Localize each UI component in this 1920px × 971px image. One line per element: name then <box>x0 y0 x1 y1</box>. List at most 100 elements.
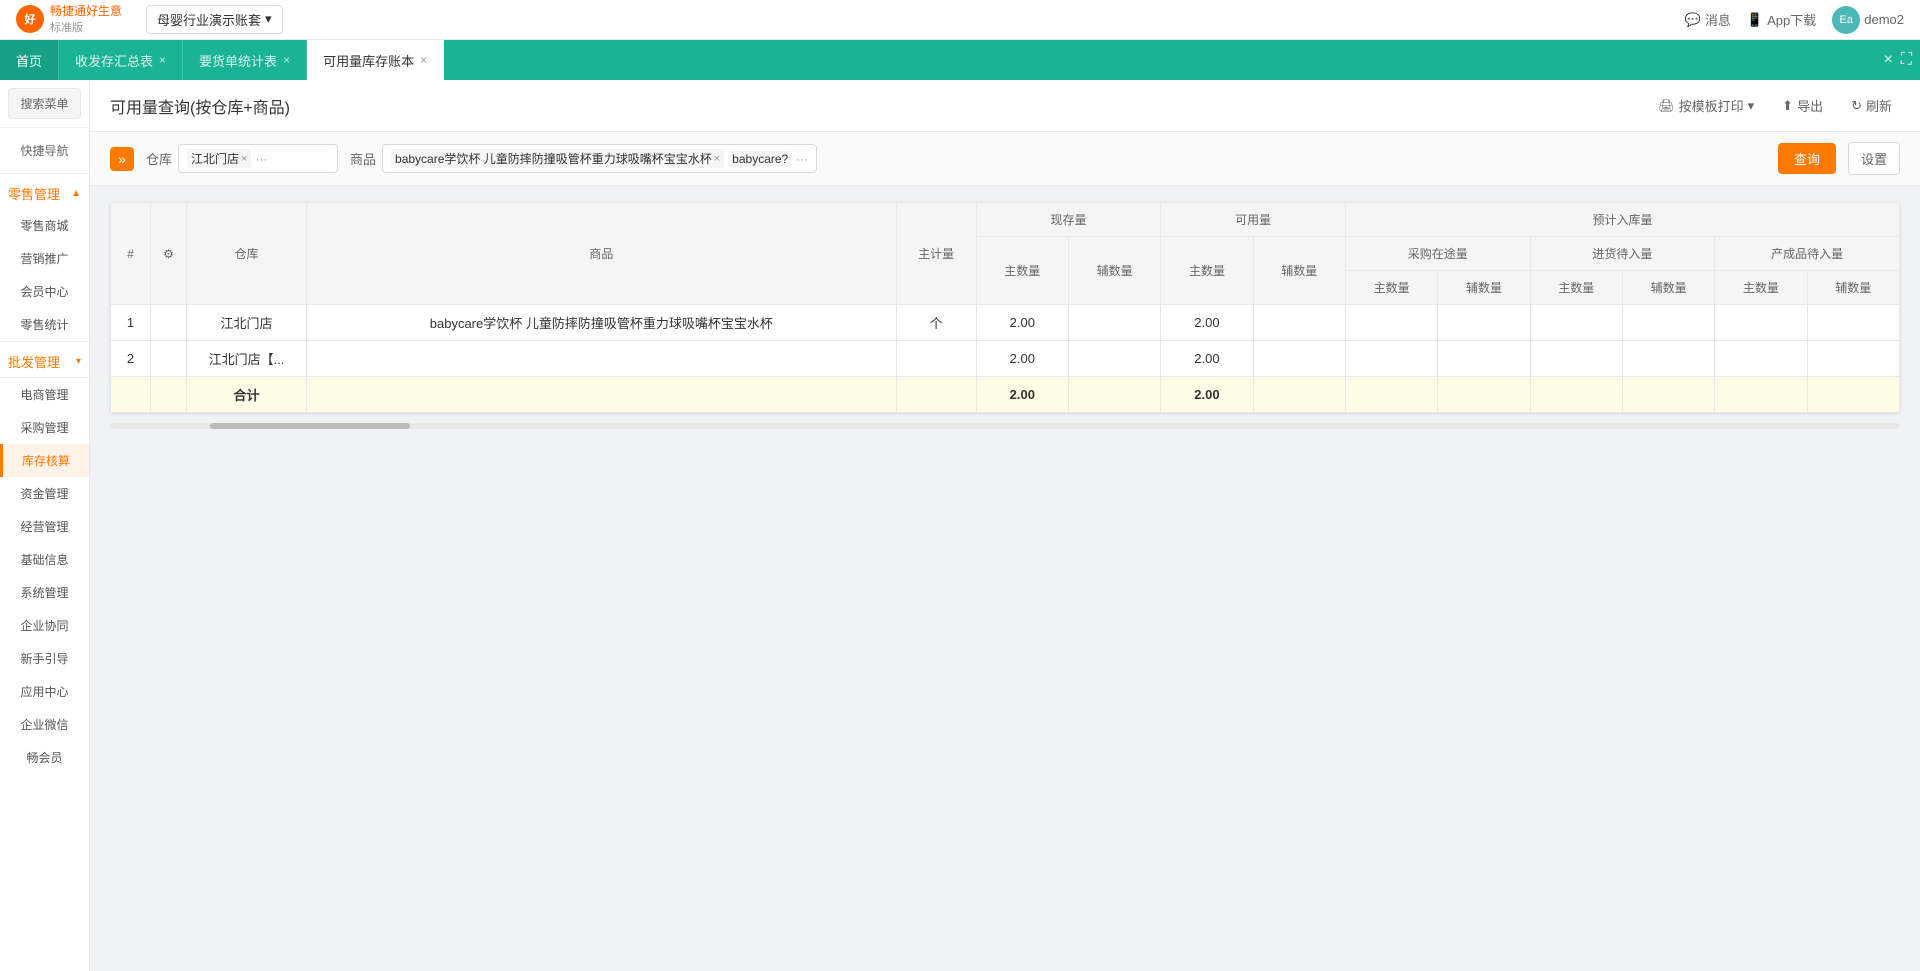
tab-order-stats-close-icon[interactable]: × <box>283 53 290 67</box>
th-available-qty: 可用量 <box>1161 203 1346 237</box>
product-tag-1-close-icon[interactable]: × <box>714 153 720 165</box>
th-product-pending-main: 主数量 <box>1715 271 1807 305</box>
sidebar-item-ecommerce[interactable]: 电商管理 <box>0 378 89 411</box>
app-download-button[interactable]: 📱 App下载 <box>1747 10 1816 29</box>
sidebar-item-chang-member[interactable]: 畅会员 <box>0 741 89 774</box>
warehouse-filter-input[interactable]: 江北门店 × ··· <box>178 144 338 173</box>
cell-product-main-1 <box>1715 305 1807 341</box>
warehouse-tag-close-icon[interactable]: × <box>241 153 247 165</box>
th-purchase-pending: 进货待入量 <box>1530 237 1715 271</box>
logo-area: 好 畅捷通好生意 标准版 <box>16 4 122 34</box>
summary-empty-1 <box>111 377 151 413</box>
settings-icon: ⚙ <box>163 247 174 261</box>
cell-transit-aux-1 <box>1438 305 1530 341</box>
sidebar-item-retail-mall[interactable]: 零售商城 <box>0 209 89 242</box>
template-print-button[interactable]: 🖨 按模板打印 ▾ <box>1650 92 1762 119</box>
sidebar-item-system-mgmt[interactable]: 系统管理 <box>0 576 89 609</box>
summary-empty-2 <box>151 377 187 413</box>
sidebar-group-wholesale-header[interactable]: 批发管理 ▾ <box>0 342 89 377</box>
th-product: 商品 <box>307 203 897 305</box>
tab-expand-icon[interactable]: ⛶ <box>1901 51 1912 69</box>
top-bar-right: 💬 消息 📱 App下载 Ea demo2 <box>1685 6 1904 34</box>
sidebar-item-inventory[interactable]: 库存核算 <box>0 444 89 477</box>
summary-product-main <box>1715 377 1807 413</box>
tab-available-stock-close-icon[interactable]: × <box>420 53 427 67</box>
th-purchase-transit-main: 主数量 <box>1345 271 1437 305</box>
cell-purchase-main-2 <box>1530 341 1622 377</box>
summary-product <box>307 377 897 413</box>
tab-home[interactable]: 首页 <box>0 40 59 80</box>
cell-product-main-2 <box>1715 341 1807 377</box>
th-settings[interactable]: ⚙ <box>151 203 187 305</box>
sidebar-item-enterprise-wechat[interactable]: 企业微信 <box>0 708 89 741</box>
cell-current-main-2: 2.00 <box>976 341 1068 377</box>
filter-toggle-button[interactable]: » <box>110 147 134 171</box>
scroll-thumb[interactable] <box>210 423 410 429</box>
export-button[interactable]: ⬆ 导出 <box>1774 92 1831 119</box>
sidebar-item-procurement[interactable]: 采购管理 <box>0 411 89 444</box>
cell-warehouse-1: 江北门店 <box>187 305 307 341</box>
summary-available-main: 2.00 <box>1161 377 1253 413</box>
summary-label: 合计 <box>187 377 307 413</box>
message-button[interactable]: 💬 消息 <box>1685 10 1731 29</box>
cell-available-aux-1 <box>1253 305 1345 341</box>
product-filter-input[interactable]: babycare学饮杯 儿童防摔防撞吸管杯重力球吸嘴杯宝宝水杯 × babyca… <box>382 144 817 173</box>
username: demo2 <box>1864 12 1904 27</box>
setting-button[interactable]: 设置 <box>1848 142 1900 175</box>
table-row: 2 江北门店【... 2.00 2.00 <box>111 341 1900 377</box>
sidebar-item-marketing[interactable]: 营销推广 <box>0 242 89 275</box>
product-filter-group: 商品 babycare学饮杯 儿童防摔防撞吸管杯重力球吸嘴杯宝宝水杯 × bab… <box>350 144 817 173</box>
tab-available-stock[interactable]: 可用量库存账本 × <box>307 40 444 80</box>
product-tag-1-text: babycare学饮杯 儿童防摔防撞吸管杯重力球吸嘴杯宝宝水杯 <box>395 150 712 167</box>
tab-summary[interactable]: 收发存汇总表 × <box>59 40 183 80</box>
search-menu-button[interactable]: 搜索菜单 <box>8 88 81 119</box>
cell-available-aux-2 <box>1253 341 1345 377</box>
th-product-pending-aux: 辅数量 <box>1807 271 1899 305</box>
sidebar-item-enterprise-collab[interactable]: 企业协同 <box>0 609 89 642</box>
summary-unit <box>896 377 976 413</box>
sidebar-item-app-center[interactable]: 应用中心 <box>0 675 89 708</box>
tab-order-stats[interactable]: 要货单统计表 × <box>183 40 307 80</box>
page-actions: 🖨 按模板打印 ▾ ⬆ 导出 ↻ 刷新 <box>1650 92 1900 119</box>
template-print-label: 按模板打印 <box>1679 96 1744 115</box>
user-profile[interactable]: Ea demo2 <box>1832 6 1904 34</box>
th-main-unit: 主计量 <box>896 203 976 305</box>
horizontal-scrollbar[interactable] <box>110 423 1900 429</box>
sidebar-item-member-center[interactable]: 会员中心 <box>0 275 89 308</box>
export-label: 导出 <box>1797 96 1823 115</box>
refresh-button[interactable]: ↻ 刷新 <box>1843 92 1900 119</box>
quick-nav-button[interactable]: 快捷导航 <box>8 136 81 165</box>
top-bar-left: 好 畅捷通好生意 标准版 母婴行业演示账套 ▾ <box>16 4 283 34</box>
summary-product-aux <box>1807 377 1899 413</box>
sidebar-item-operations[interactable]: 经营管理 <box>0 510 89 543</box>
logo-sub: 标准版 <box>50 19 122 35</box>
tab-summary-close-icon[interactable]: × <box>159 53 166 67</box>
sidebar-item-basic-info[interactable]: 基础信息 <box>0 543 89 576</box>
page-title: 可用量查询(按仓库+商品) <box>110 94 290 118</box>
sidebar-search: 搜索菜单 <box>0 80 89 128</box>
sidebar-group-retail: 零售管理 ▲ 零售商城 营销推广 会员中心 零售统计 <box>0 174 89 342</box>
template-print-icon: 🖨 <box>1658 98 1675 114</box>
sidebar-group-retail-header[interactable]: 零售管理 ▲ <box>0 174 89 209</box>
th-purchase-pending-main: 主数量 <box>1530 271 1622 305</box>
cell-product-2 <box>307 341 897 377</box>
summary-purchase-aux <box>1622 377 1714 413</box>
cell-transit-aux-2 <box>1438 341 1530 377</box>
app-download-label: App下载 <box>1767 10 1816 29</box>
th-available-aux-qty: 辅数量 <box>1253 237 1345 305</box>
sidebar-item-finance[interactable]: 资金管理 <box>0 477 89 510</box>
query-button[interactable]: 查询 <box>1778 143 1836 174</box>
warehouse-more-icon[interactable]: ··· <box>255 152 267 166</box>
summary-row: 合计 2.00 2.00 <box>111 377 1900 413</box>
warehouse-tag-text: 江北门店 <box>191 150 239 167</box>
product-more-icon[interactable]: ··· <box>796 152 808 166</box>
industry-selector[interactable]: 母婴行业演示账套 ▾ <box>146 5 283 34</box>
th-purchase-in-transit: 采购在途量 <box>1345 237 1530 271</box>
tab-close-all-icon[interactable]: × <box>1883 51 1892 69</box>
cell-product-aux-1 <box>1807 305 1899 341</box>
th-product-pending: 产成品待入量 <box>1715 237 1900 271</box>
summary-available-aux <box>1253 377 1345 413</box>
sidebar-item-retail-stats[interactable]: 零售统计 <box>0 308 89 341</box>
sidebar-item-onboarding[interactable]: 新手引导 <box>0 642 89 675</box>
cell-row-num-2: 2 <box>111 341 151 377</box>
